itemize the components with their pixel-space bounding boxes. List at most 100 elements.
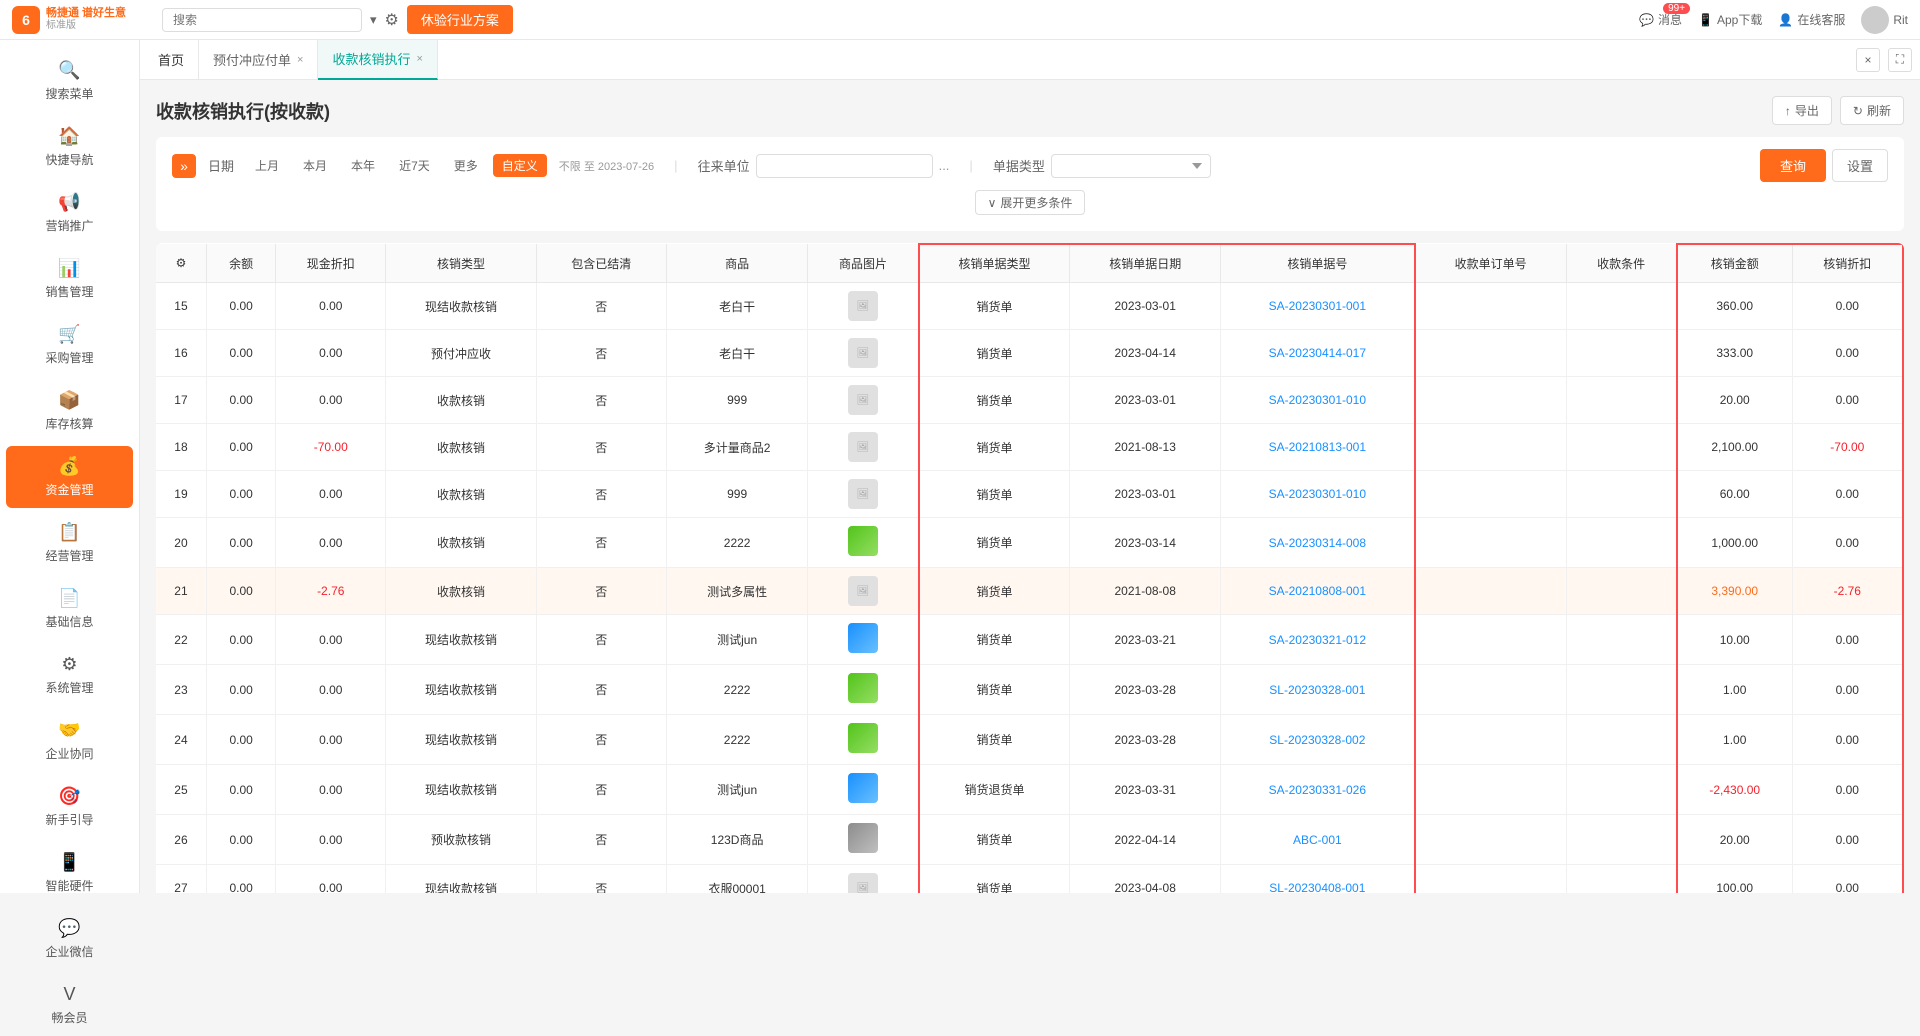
- page-title: 收款核销执行(按收款): [156, 98, 330, 124]
- app-download-btn[interactable]: 📱 App下载: [1698, 11, 1762, 28]
- td-cash-discount: 0.00: [276, 865, 386, 894]
- product-img-blue: [848, 773, 878, 803]
- td-receipt-order: [1415, 568, 1566, 615]
- td-cash-discount: 0.00: [276, 518, 386, 568]
- refresh-btn[interactable]: ↻ 刷新: [1840, 96, 1904, 125]
- sidebar-item-inventory[interactable]: 📦 库存核算: [6, 380, 133, 442]
- td-goods-img: 🖼: [808, 568, 919, 615]
- td-bill-type: 销货单: [919, 424, 1070, 471]
- date-label: 日期: [208, 156, 234, 175]
- sidebar-item-guide[interactable]: 🎯 新手引导: [6, 776, 133, 838]
- td-receipt-order: [1415, 615, 1566, 665]
- td-goods-img: [808, 665, 919, 715]
- filter-toggle-btn[interactable]: »: [172, 154, 196, 178]
- td-goods: 999: [666, 377, 807, 424]
- sidebar-item-wechat[interactable]: 💬 企业微信: [6, 908, 133, 970]
- td-id: 19: [156, 471, 206, 518]
- online-service-btn[interactable]: 👤 在线客服: [1778, 11, 1845, 28]
- sidebar-label-sales: 销售管理: [45, 283, 93, 300]
- custom-btn[interactable]: 自定义: [493, 154, 547, 177]
- sidebar-item-hardware[interactable]: 📱 智能硬件: [6, 842, 133, 904]
- more-btn[interactable]: 更多: [445, 153, 487, 178]
- sidebar-label-system: 系统管理: [45, 679, 93, 696]
- table-row: 23 0.00 0.00 现结收款核销 否 2222 销货单 2023-03-2…: [156, 665, 1903, 715]
- tab-home[interactable]: 首页: [144, 40, 199, 80]
- sidebar-item-basic[interactable]: 📄 基础信息: [6, 578, 133, 640]
- gear-icon[interactable]: ⚙: [385, 10, 399, 30]
- bill-no-link[interactable]: SA-20230301-001: [1269, 299, 1366, 313]
- bill-no-link[interactable]: SA-20230414-017: [1269, 346, 1366, 360]
- td-goods-img: [808, 765, 919, 815]
- th-include-settled: 包含已结清: [536, 244, 666, 283]
- sidebar-item-finance[interactable]: 💰 资金管理: [6, 446, 133, 508]
- single-type-select[interactable]: [1051, 154, 1211, 178]
- tab-prepay-label: 预付冲应付单: [213, 50, 291, 69]
- from-unit-input[interactable]: [756, 154, 933, 178]
- tab-prepay-close[interactable]: ×: [297, 54, 303, 66]
- search-input[interactable]: [162, 8, 362, 32]
- tab-prepay[interactable]: 预付冲应付单 ×: [199, 40, 318, 80]
- sidebar-item-search[interactable]: 🔍 搜索菜单: [6, 50, 133, 112]
- tab-verify-label: 收款核销执行: [332, 49, 410, 68]
- expand-btn[interactable]: ∨ 展开更多条件: [975, 190, 1086, 215]
- td-bill-no: SL-20230408-001: [1220, 865, 1414, 894]
- setting-btn[interactable]: 设置: [1832, 149, 1888, 182]
- td-balance: 0.00: [206, 330, 275, 377]
- page-header: 收款核销执行(按收款) ↑ 导出 ↻ 刷新: [156, 96, 1904, 125]
- bill-no-link[interactable]: SL-20230408-001: [1269, 881, 1365, 893]
- td-verify-amount: 360.00: [1677, 283, 1792, 330]
- td-cash-discount: 0.00: [276, 665, 386, 715]
- sidebar-item-purchase[interactable]: 🛒 采购管理: [6, 314, 133, 376]
- tab-close-btn[interactable]: ×: [1856, 48, 1880, 72]
- app-icon: 📱: [1698, 13, 1713, 27]
- product-img-placeholder: 🖼: [848, 576, 878, 606]
- sidebar-item-collab[interactable]: 🤝 企业协同: [6, 710, 133, 772]
- bill-no-link[interactable]: ABC-001: [1293, 833, 1342, 847]
- bill-no-link[interactable]: SA-20230301-010: [1269, 487, 1366, 501]
- bill-no-link[interactable]: SA-20210808-001: [1269, 584, 1366, 598]
- operations-icon: 📋: [58, 522, 80, 543]
- last7-btn[interactable]: 近7天: [390, 153, 439, 178]
- message-btn[interactable]: 💬 消息 99+: [1639, 11, 1682, 28]
- td-balance: 0.00: [206, 865, 275, 894]
- sidebar-item-member[interactable]: V 畅会员: [6, 974, 133, 1036]
- td-goods-img: 🖼: [808, 377, 919, 424]
- tab-verify[interactable]: 收款核销执行 ×: [318, 40, 437, 80]
- bill-no-link[interactable]: SA-20230331-026: [1269, 783, 1366, 797]
- this-month-btn[interactable]: 本月: [294, 153, 336, 178]
- top-bar: 6 畅捷通 谱好生意 标准版 ▾ ⚙ 休验行业方案 💬 消息 99+ 📱 App…: [0, 0, 1920, 40]
- bill-no-link[interactable]: SA-20230321-012: [1269, 633, 1366, 647]
- tab-verify-close[interactable]: ×: [416, 53, 422, 65]
- tab-expand-btn[interactable]: ⛶: [1888, 48, 1912, 72]
- td-verify-amount: -2,430.00: [1677, 765, 1792, 815]
- bill-no-link[interactable]: SA-20230301-010: [1269, 393, 1366, 407]
- top-bar-center: ▾ ⚙ 休验行业方案: [162, 5, 1629, 34]
- sidebar-label-operations: 经营管理: [45, 547, 93, 564]
- separator-1: |: [674, 158, 677, 173]
- query-btn[interactable]: 查询: [1760, 149, 1826, 182]
- last-month-btn[interactable]: 上月: [246, 153, 288, 178]
- sidebar-item-system[interactable]: ⚙ 系统管理: [6, 644, 133, 706]
- td-goods-img: [808, 518, 919, 568]
- solution-btn[interactable]: 休验行业方案: [407, 5, 513, 34]
- export-btn[interactable]: ↑ 导出: [1772, 96, 1832, 125]
- product-img-green: [848, 526, 878, 556]
- th-gear[interactable]: ⚙: [156, 244, 206, 283]
- td-receipt-condition: [1566, 568, 1677, 615]
- sidebar-item-operations[interactable]: 📋 经营管理: [6, 512, 133, 574]
- bill-no-link[interactable]: SA-20210813-001: [1269, 440, 1366, 454]
- sidebar-item-sales[interactable]: 📊 销售管理: [6, 248, 133, 310]
- this-year-btn[interactable]: 本年: [342, 153, 384, 178]
- product-img-placeholder: 🖼: [848, 291, 878, 321]
- bill-no-link[interactable]: SL-20230328-001: [1269, 683, 1365, 697]
- bill-no-link[interactable]: SA-20230314-008: [1269, 536, 1366, 550]
- message-badge: 99+: [1663, 3, 1690, 14]
- dropdown-arrow[interactable]: ▾: [370, 12, 377, 28]
- td-goods-img: 🖼: [808, 471, 919, 518]
- from-unit-dots[interactable]: ...: [939, 158, 950, 173]
- sidebar-item-nav[interactable]: 🏠 快捷导航: [6, 116, 133, 178]
- bill-no-link[interactable]: SL-20230328-002: [1269, 733, 1365, 747]
- user-menu[interactable]: Rit: [1861, 6, 1908, 34]
- sidebar-item-marketing[interactable]: 📢 营销推广: [6, 182, 133, 244]
- td-verify-type: 收款核销: [386, 568, 536, 615]
